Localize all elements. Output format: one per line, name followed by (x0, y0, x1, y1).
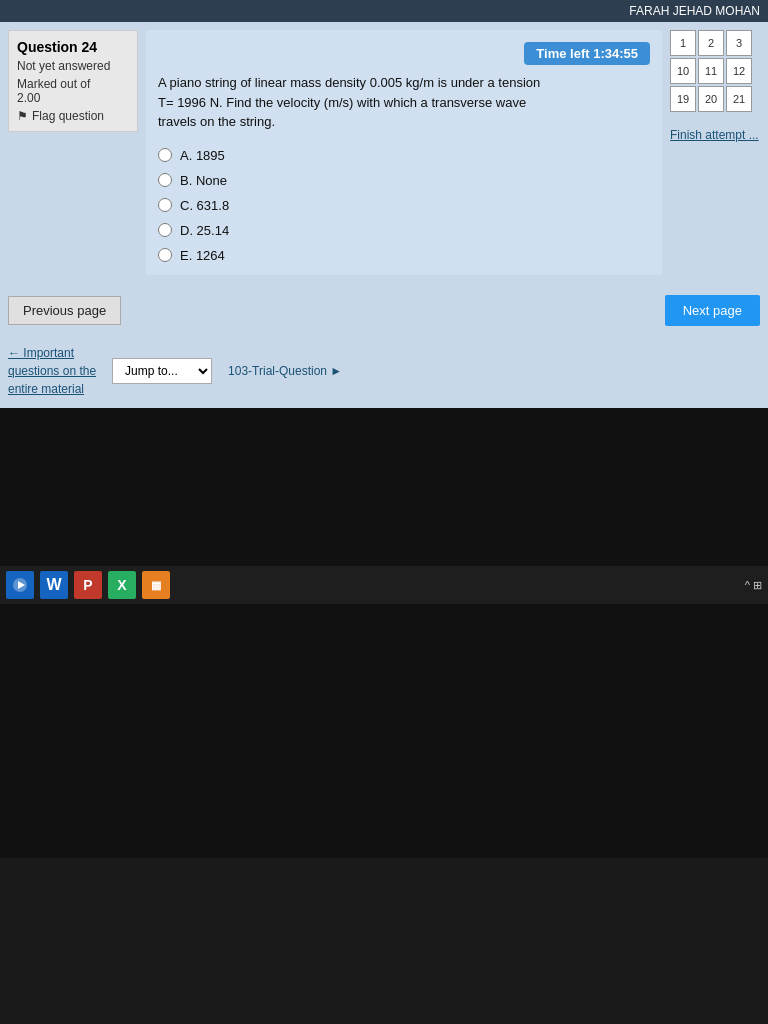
system-tray: ^ ⊞ (745, 566, 762, 604)
taskbar-icon-excel[interactable]: X (108, 571, 136, 599)
q-btn-3[interactable]: 3 (726, 30, 752, 56)
trial-question-link[interactable]: 103-Trial-Question ► (228, 364, 342, 378)
taskbar-icon-powerpoint[interactable]: P (74, 571, 102, 599)
option-C: C. 631.8 (158, 198, 650, 213)
time-bar: Time left 1:34:55 (158, 42, 650, 65)
taskbar-icon-word[interactable]: W (40, 571, 68, 599)
finish-attempt-link[interactable]: Finish attempt ... (670, 128, 760, 142)
video-icon (12, 577, 28, 593)
next-page-button[interactable]: Next page (665, 295, 760, 326)
user-name: FARAH JEHAD MOHAN (629, 4, 760, 18)
left-sidebar: Question 24 Not yet answered Marked out … (8, 30, 138, 275)
q-btn-1[interactable]: 1 (670, 30, 696, 56)
option-E-label: E. 1264 (180, 248, 225, 263)
question-text: A piano string of linear mass density 0.… (158, 73, 650, 132)
radio-E[interactable] (158, 248, 172, 262)
option-D: D. 25.14 (158, 223, 650, 238)
q-btn-12[interactable]: 12 (726, 58, 752, 84)
taskbar-icon-misc[interactable]: ▦ (142, 571, 170, 599)
question-area: Time left 1:34:55 A piano string of line… (146, 30, 662, 275)
not-answered-status: Not yet answered (17, 59, 129, 73)
right-panel: 1 2 3 10 11 12 19 20 21 Finish attempt .… (670, 30, 760, 275)
option-A: A. 1895 (158, 148, 650, 163)
footer-links: ← Importantquestions on theentire materi… (0, 338, 768, 408)
option-A-label: A. 1895 (180, 148, 225, 163)
important-questions-link[interactable]: ← Importantquestions on theentire materi… (8, 344, 96, 398)
time-badge: Time left 1:34:55 (524, 42, 650, 65)
options-list: A. 1895 B. None C. 631.8 D. 25.14 E. 126… (158, 148, 650, 263)
option-E: E. 1264 (158, 248, 650, 263)
marks-value: 2.00 (17, 91, 40, 105)
option-D-label: D. 25.14 (180, 223, 229, 238)
option-B-label: B. None (180, 173, 227, 188)
laptop-body (0, 408, 768, 858)
radio-A[interactable] (158, 148, 172, 162)
radio-C[interactable] (158, 198, 172, 212)
top-bar: FARAH JEHAD MOHAN (0, 0, 768, 22)
taskbar-icon-video[interactable] (6, 571, 34, 599)
previous-page-button[interactable]: Previous page (8, 296, 121, 325)
nav-bar: Previous page Next page (0, 283, 768, 338)
q-btn-11[interactable]: 11 (698, 58, 724, 84)
q-btn-19[interactable]: 19 (670, 86, 696, 112)
flag-question-button[interactable]: ⚑ Flag question (17, 109, 129, 123)
marked-out-label: Marked out of 2.00 (17, 77, 129, 105)
radio-B[interactable] (158, 173, 172, 187)
question-info: Question 24 Not yet answered Marked out … (8, 30, 138, 132)
main-content: Question 24 Not yet answered Marked out … (0, 22, 768, 283)
q-btn-20[interactable]: 20 (698, 86, 724, 112)
option-C-label: C. 631.8 (180, 198, 229, 213)
option-B: B. None (158, 173, 650, 188)
flag-icon: ⚑ (17, 109, 28, 123)
question-grid: 1 2 3 10 11 12 19 20 21 (670, 30, 760, 112)
question-number: Question 24 (17, 39, 129, 55)
tray-icons: ^ ⊞ (745, 579, 762, 592)
taskbar: W P X ▦ (0, 566, 768, 604)
radio-D[interactable] (158, 223, 172, 237)
q-btn-21[interactable]: 21 (726, 86, 752, 112)
jump-to-select[interactable]: Jump to... (112, 358, 212, 384)
q-btn-10[interactable]: 10 (670, 58, 696, 84)
q-btn-2[interactable]: 2 (698, 30, 724, 56)
